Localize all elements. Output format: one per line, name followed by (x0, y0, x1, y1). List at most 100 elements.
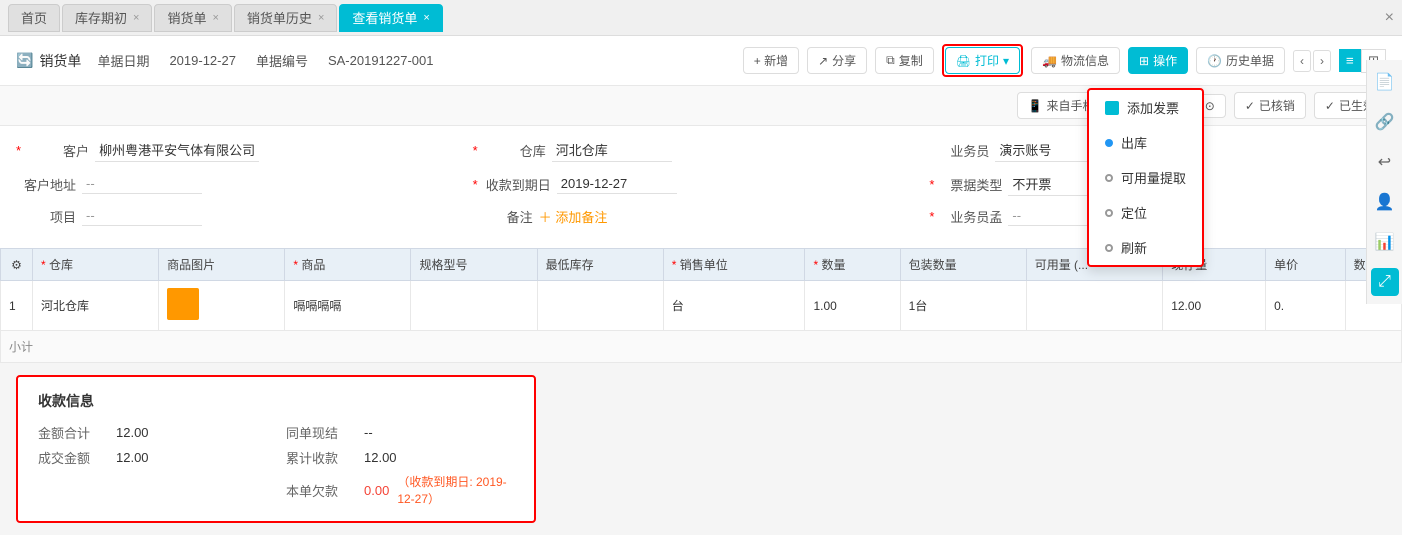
stock-out-label: 出库 (1121, 133, 1147, 152)
col-settings: ⚙ (1, 249, 33, 281)
sales-staff-label: 业务员孟 (942, 207, 1002, 226)
col-spec: 规格型号 (411, 249, 537, 281)
tab-inventory-close[interactable]: × (133, 12, 139, 24)
address-field: 客户地址 -- (16, 174, 473, 194)
row-min-stock (537, 281, 663, 331)
tab-inventory[interactable]: 库存期初 × (62, 4, 152, 32)
address-label: 客户地址 (16, 175, 76, 194)
available-extract-icon (1105, 174, 1113, 182)
operation-button[interactable]: ⊞ 操作 (1128, 47, 1188, 74)
row-img (159, 281, 285, 331)
row-qty: 1.00 (805, 281, 900, 331)
product-image (167, 288, 199, 320)
date-label: 单据日期 (97, 51, 149, 70)
row-stock: 12.00 (1163, 281, 1266, 331)
tab-view-sales-close[interactable]: × (423, 12, 429, 24)
nav-next-button[interactable]: › (1313, 50, 1331, 72)
share-icon: ↗ (818, 54, 828, 68)
sidebar-user-icon[interactable]: 👤 (1371, 188, 1399, 216)
warehouse-value[interactable]: 河北仓库 (552, 138, 672, 162)
payment-section: 收款信息 金额合计 12.00 同单现结 -- 成交金额 12.00 累计收款 … (16, 375, 536, 523)
check-mark: ✓ (1245, 99, 1255, 113)
add-note-button[interactable]: ＋ 添加备注 (539, 207, 608, 226)
total-label: 金额合计 (38, 423, 108, 442)
operation-dropdown: 添加发票 出库 可用量提取 定位 刷新 (1087, 88, 1204, 267)
copy-icon: ⧉ (886, 53, 895, 68)
cancelled-label: 已核销 (1259, 97, 1295, 114)
tab-view-sales[interactable]: 查看销货单 × (339, 4, 442, 32)
warehouse-label: 仓库 (486, 141, 546, 160)
date-value: 2019-12-27 (169, 53, 236, 68)
check-icon: ⊙ (1205, 99, 1215, 113)
tab-bar: 首页 库存期初 × 销货单 × 销货单历史 × 查看销货单 × × (0, 0, 1402, 36)
sidebar-return-icon[interactable]: ↩ (1371, 148, 1399, 176)
sidebar-link-icon[interactable]: 🔗 (1371, 108, 1399, 136)
logistics-label: 物流信息 (1061, 52, 1109, 69)
due-date-value[interactable]: 2019-12-27 (557, 174, 677, 194)
payment-row-1b: 同单现结 -- (286, 423, 514, 442)
refresh-icon (1105, 244, 1113, 252)
logistics-button[interactable]: 🚚 物流信息 (1031, 47, 1120, 74)
view-list-button[interactable]: ≡ (1339, 49, 1361, 72)
payment-title: 收款信息 (38, 391, 514, 411)
sidebar-doc-icon[interactable]: 📄 (1371, 68, 1399, 96)
share-button[interactable]: ↗ 分享 (807, 47, 867, 74)
balance-value: 0.00 (364, 483, 389, 498)
project-field: 项目 -- (16, 206, 473, 226)
sidebar-expand-icon[interactable]: ⤢ (1371, 268, 1399, 296)
nav-prev-button[interactable]: ‹ (1293, 50, 1311, 72)
print-button-wrapper: 🖨 打印 ▾ (942, 44, 1023, 77)
staff-label: 业务员 (929, 141, 989, 160)
cancelled-button[interactable]: ✓ 已核销 (1234, 92, 1306, 119)
copy-button[interactable]: ⧉ 复制 (875, 47, 934, 74)
tab-home-label: 首页 (21, 8, 47, 27)
locate-icon (1105, 209, 1113, 217)
refresh-item[interactable]: 刷新 (1089, 230, 1202, 265)
tab-sales-close[interactable]: × (212, 12, 218, 24)
sidebar-chart-icon[interactable]: 📊 (1371, 228, 1399, 256)
warehouse-required: * (473, 143, 478, 158)
page-wrapper: 首页 库存期初 × 销货单 × 销货单历史 × 查看销货单 × × 🔄 销货单 … (0, 0, 1402, 535)
tab-history[interactable]: 销货单历史 × (234, 4, 337, 32)
stock-out-icon (1105, 139, 1113, 147)
available-extract-item[interactable]: 可用量提取 (1089, 160, 1202, 195)
add-invoice-item[interactable]: 添加发票 (1089, 90, 1202, 125)
deal-amount-label: 成交金额 (38, 448, 108, 467)
locate-item[interactable]: 定位 (1089, 195, 1202, 230)
doc-header: 🔄 销货单 单据日期 2019-12-27 单据编号 SA-20191227-0… (0, 36, 1402, 86)
project-label: 项目 (16, 207, 76, 226)
col-warehouse: * 仓库 (33, 249, 159, 281)
col-price: 单价 (1266, 249, 1346, 281)
customer-value[interactable]: 柳州粤港平安气体有限公司 (95, 138, 259, 162)
print-button[interactable]: 🖨 打印 ▾ (945, 47, 1020, 74)
subtotal-label: 小计 (1, 331, 1402, 363)
due-date-field: * 收款到期日 2019-12-27 (473, 174, 930, 194)
refresh-label: 刷新 (1121, 238, 1147, 257)
stock-out-item[interactable]: 出库 (1089, 125, 1202, 160)
available-extract-label: 可用量提取 (1121, 168, 1186, 187)
col-min-stock: 最低库存 (537, 249, 663, 281)
history-button[interactable]: 🕐 历史单据 (1196, 47, 1285, 74)
due-date-required: * (473, 177, 478, 192)
deal-amount-value: 12.00 (116, 450, 149, 465)
tab-view-sales-label: 查看销货单 (352, 8, 417, 27)
doc-meta: 单据日期 2019-12-27 单据编号 SA-20191227-001 (97, 51, 433, 70)
balance-extra: （收款到期日: 2019-12-27） (397, 473, 514, 507)
col-img: 商品图片 (159, 249, 285, 281)
tab-history-close[interactable]: × (318, 12, 324, 24)
subtotal-row: 小计 (1, 331, 1402, 363)
add-invoice-label: 添加发票 (1127, 98, 1179, 117)
tab-sales[interactable]: 销货单 × (154, 4, 231, 32)
tab-home[interactable]: 首页 (8, 4, 60, 32)
main-close-button[interactable]: × (1385, 9, 1394, 27)
balance-label: 本单欠款 (286, 481, 356, 500)
print-icon: 🖨 (956, 54, 971, 68)
share-label: 分享 (832, 52, 856, 69)
row-price: 0. (1266, 281, 1346, 331)
ticket-required: * (929, 177, 934, 192)
row-product: 嗝嗝嗝嗝 (285, 281, 411, 331)
new-button[interactable]: + 新增 (743, 47, 799, 74)
payment-row-1a: 金额合计 12.00 (38, 423, 266, 442)
due-date-label: 收款到期日 (486, 175, 551, 194)
doc-title: 🔄 销货单 (16, 51, 81, 71)
